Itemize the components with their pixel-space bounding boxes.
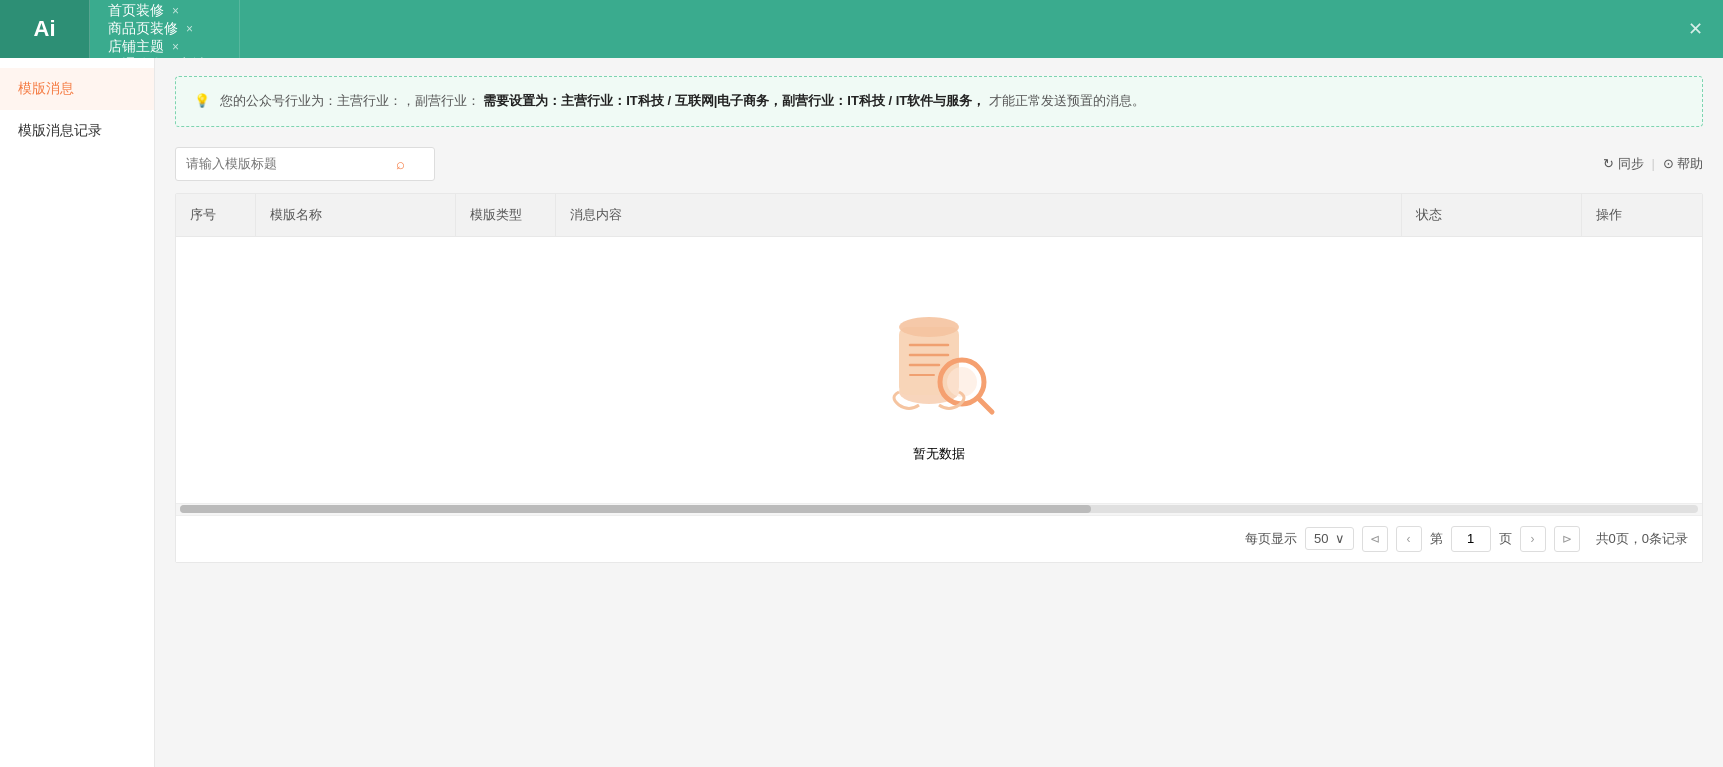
sync-icon: ↻ xyxy=(1603,156,1614,171)
nav-tabs-container: 首页微商城店铺设置×商品分类设置×首页装修×商品页装修×店铺主题×开通公众号商城… xyxy=(90,0,240,58)
per-page-select[interactable]: 50 ∨ xyxy=(1305,527,1353,550)
sync-button[interactable]: ↻ 同步 xyxy=(1603,155,1644,173)
sync-label: 同步 xyxy=(1618,155,1644,173)
search-icon[interactable]: ⌕ xyxy=(396,155,405,172)
tab-close-icon[interactable]: × xyxy=(172,4,179,18)
sidebar-item-template-history[interactable]: 模版消息记录 xyxy=(0,110,154,152)
scroll-thumb[interactable] xyxy=(180,505,1091,513)
top-nav: Ai 首页微商城店铺设置×商品分类设置×首页装修×商品页装修×店铺主题×开通公众… xyxy=(0,0,1723,58)
horizontal-scrollbar[interactable] xyxy=(176,503,1702,515)
scroll-track[interactable] xyxy=(180,505,1698,513)
logo: Ai xyxy=(0,0,90,58)
page-input[interactable] xyxy=(1451,526,1491,552)
col-type: 模版类型 xyxy=(456,194,556,236)
notice-box: 💡 您的公众号行业为：主营行业：，副营行业： 需要设置为：主营行业：IT科技 /… xyxy=(175,76,1703,127)
nav-tab-label: 店铺主题 xyxy=(108,38,164,56)
notice-suffix: 才能正常发送预置的消息。 xyxy=(989,93,1145,108)
close-all-tabs-button[interactable]: ✕ xyxy=(1668,18,1723,40)
nav-tab-home-decor[interactable]: 首页装修 × xyxy=(90,2,240,20)
page-di-label: 第 xyxy=(1430,530,1443,548)
empty-state: 暂无数据 xyxy=(176,237,1702,503)
first-page-button[interactable]: ⊲ xyxy=(1362,526,1388,552)
tab-close-icon[interactable]: × xyxy=(186,22,193,36)
last-page-button[interactable]: ⊳ xyxy=(1554,526,1580,552)
svg-line-9 xyxy=(978,398,992,412)
nav-tab-label: 首页装修 xyxy=(108,2,164,20)
help-icon: ⊙ xyxy=(1663,156,1674,171)
content-area: 💡 您的公众号行业为：主营行业：，副营行业： 需要设置为：主营行业：IT科技 /… xyxy=(155,58,1723,767)
search-input[interactable] xyxy=(186,156,396,171)
search-wrap[interactable]: ⌕ xyxy=(175,147,435,181)
empty-illustration xyxy=(874,297,1004,427)
per-page-label: 每页显示 xyxy=(1245,530,1297,548)
help-button[interactable]: ⊙ 帮助 xyxy=(1663,155,1703,173)
col-status: 状态 xyxy=(1402,194,1582,236)
tab-close-icon[interactable]: × xyxy=(172,40,179,54)
nav-tab-label: 开通公众号商城 xyxy=(108,56,206,58)
nav-tab-label: 商品页装修 xyxy=(108,20,178,38)
page-label: 页 xyxy=(1499,530,1512,548)
help-label: 帮助 xyxy=(1677,155,1703,173)
total-text: 共0页，0条记录 xyxy=(1596,530,1688,548)
notice-highlight: 需要设置为：主营行业：IT科技 / 互联网|电子商务，副营行业：IT科技 / I… xyxy=(483,93,985,108)
pagination: 每页显示 50 ∨ ⊲ ‹ 第 页 › ⊳ 共0页，0条记录 xyxy=(176,515,1702,562)
divider: | xyxy=(1652,156,1655,171)
sidebar: 模版消息模版消息记录 xyxy=(0,58,155,767)
col-seq: 序号 xyxy=(176,194,256,236)
prev-page-button[interactable]: ‹ xyxy=(1396,526,1422,552)
col-name: 模版名称 xyxy=(256,194,456,236)
main-layout: 模版消息模版消息记录 💡 您的公众号行业为：主营行业：，副营行业： 需要设置为：… xyxy=(0,58,1723,767)
chevron-down-icon: ∨ xyxy=(1335,531,1345,546)
toolbar: ⌕ ↻ 同步 | ⊙ 帮助 xyxy=(175,147,1703,181)
col-action: 操作 xyxy=(1582,194,1702,236)
sidebar-items: 模版消息模版消息记录 xyxy=(0,68,154,152)
notice-icon: 💡 xyxy=(194,93,210,108)
sidebar-item-template-msg[interactable]: 模版消息 xyxy=(0,68,154,110)
notice-prefix: 您的公众号行业为：主营行业：，副营行业： xyxy=(220,93,480,108)
toolbar-right: ↻ 同步 | ⊙ 帮助 xyxy=(1603,155,1703,173)
empty-text: 暂无数据 xyxy=(913,445,965,463)
next-page-button[interactable]: › xyxy=(1520,526,1546,552)
nav-tab-open-mall[interactable]: 开通公众号商城× xyxy=(90,56,240,58)
per-page-value: 50 xyxy=(1314,531,1328,546)
col-content: 消息内容 xyxy=(556,194,1402,236)
table-header: 序号 模版名称 模版类型 消息内容 状态 操作 xyxy=(176,194,1702,237)
empty-svg xyxy=(874,297,1004,427)
nav-tab-theme[interactable]: 店铺主题 × xyxy=(90,38,240,56)
data-table: 序号 模版名称 模版类型 消息内容 状态 操作 xyxy=(175,193,1703,563)
svg-point-2 xyxy=(899,317,959,337)
nav-tab-product-decor[interactable]: 商品页装修 × xyxy=(90,20,240,38)
